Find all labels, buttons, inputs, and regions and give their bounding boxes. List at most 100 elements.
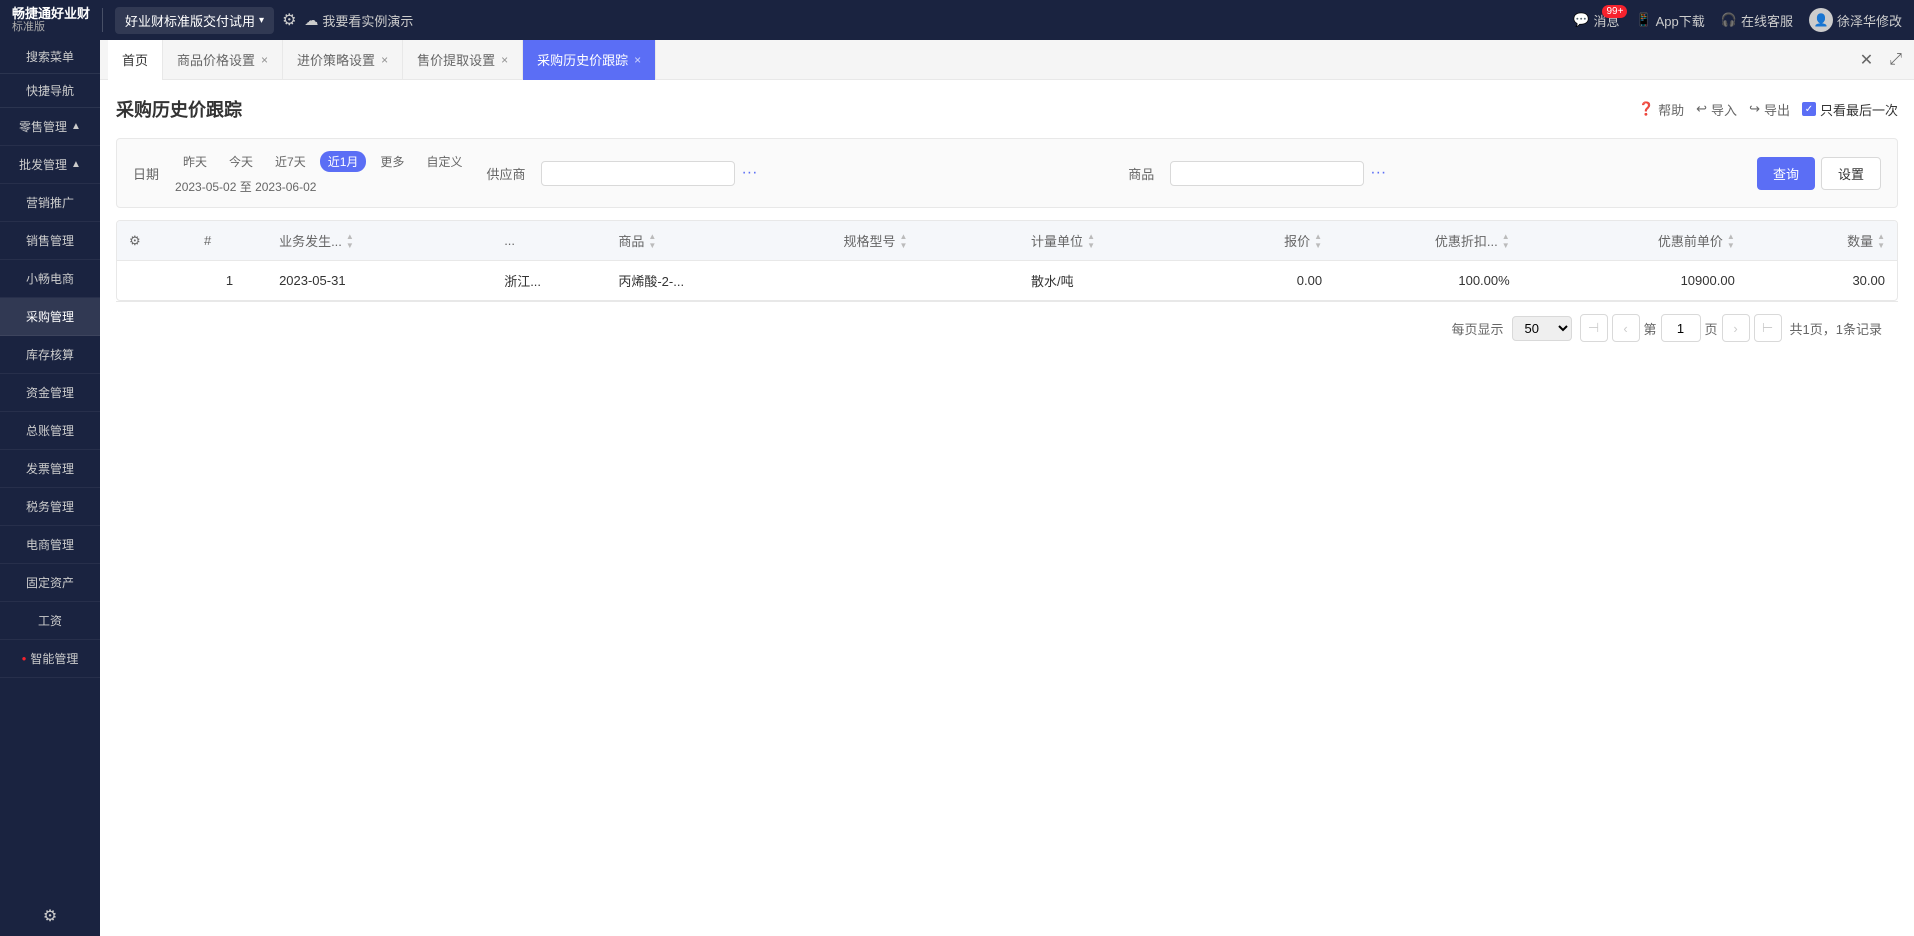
cell-supplier: 浙江...: [492, 261, 606, 301]
sidebar: 搜索菜单 快捷导航 零售管理 ▲ 批发管理 ▲ 营销推广 销售管理 小畅电商 采…: [0, 40, 100, 936]
tab-purchase-strategy[interactable]: 进价策略设置 ×: [283, 40, 403, 80]
cell-pre-price: 10900.00: [1522, 261, 1747, 301]
message-button[interactable]: 💬 消息 99+: [1573, 11, 1619, 30]
sidebar-item-label: 工资: [38, 612, 62, 629]
sidebar-item-ecommerce[interactable]: 小畅电商: [0, 260, 100, 298]
online-service-button[interactable]: 🎧 在线客服: [1721, 11, 1793, 30]
page-first-btn[interactable]: ⊣: [1580, 314, 1608, 342]
tab-price-settings[interactable]: 商品价格设置 ×: [163, 40, 283, 80]
query-button[interactable]: 查询: [1757, 157, 1815, 190]
sidebar-item-ai[interactable]: ● 智能管理: [0, 640, 100, 678]
th-date[interactable]: 业务发生... ▲▼: [267, 221, 492, 261]
demo-link[interactable]: ☁ 我要看实例演示: [304, 11, 413, 30]
date-range: 2023-05-02 至 2023-06-02: [175, 178, 470, 195]
sidebar-item-purchase[interactable]: 采购管理: [0, 298, 100, 336]
sidebar-item-finance[interactable]: 资金管理: [0, 374, 100, 412]
cell-qty: 30.00: [1747, 261, 1897, 301]
th-goods[interactable]: 商品 ▲▼: [606, 221, 831, 261]
th-settings[interactable]: ⚙: [117, 221, 192, 261]
sidebar-item-wholesale[interactable]: 批发管理 ▲: [0, 146, 100, 184]
settings-button[interactable]: 设置: [1821, 157, 1881, 190]
tab-label: 售价提取设置: [417, 50, 495, 69]
date-opt-today[interactable]: 今天: [221, 151, 261, 172]
sidebar-item-sales[interactable]: 销售管理: [0, 222, 100, 260]
close-icon[interactable]: ×: [634, 53, 641, 67]
sort-icon: ▲▼: [1727, 232, 1735, 250]
date-opt-yesterday[interactable]: 昨天: [175, 151, 215, 172]
sidebar-item-ledger[interactable]: 总账管理: [0, 412, 100, 450]
settings-icon[interactable]: ⚙: [282, 10, 296, 30]
th-spec[interactable]: 规格型号 ▲▼: [831, 221, 1019, 261]
goods-more-icon[interactable]: ···: [1370, 164, 1386, 182]
sidebar-item-inventory[interactable]: 库存核算: [0, 336, 100, 374]
close-icon[interactable]: ×: [381, 53, 388, 67]
sort-icon: ▲▼: [1087, 232, 1095, 250]
per-page-label: 每页显示: [1451, 319, 1503, 338]
sidebar-item-invoice[interactable]: 发票管理: [0, 450, 100, 488]
sidebar-item-marketing[interactable]: 营销推广: [0, 184, 100, 222]
date-opt-7days[interactable]: 近7天: [267, 151, 314, 172]
th-dots: ...: [492, 221, 606, 261]
supplier-filter-label: 供应商: [486, 164, 525, 183]
page-prev-btn[interactable]: ‹: [1612, 314, 1640, 342]
sidebar-item-assets[interactable]: 固定资产: [0, 564, 100, 602]
date-opt-custom[interactable]: 自定义: [418, 151, 470, 172]
tab-purchase-history[interactable]: 采购历史价跟踪 ×: [523, 40, 656, 80]
th-discount[interactable]: 优惠折扣... ▲▼: [1334, 221, 1522, 261]
tab-label: 进价策略设置: [297, 50, 375, 69]
tab-label: 采购历史价跟踪: [537, 50, 628, 69]
sidebar-search[interactable]: 搜索菜单: [0, 40, 100, 74]
data-table-wrapper: ⚙ # 业务发生... ▲▼ ...: [116, 220, 1898, 301]
tab-close-window[interactable]: ✕: [1856, 46, 1877, 74]
page-content: 采购历史价跟踪 ❓ 帮助 ↩ 导入 ↪ 导出 ✓: [100, 80, 1914, 936]
supplier-more-icon[interactable]: ···: [741, 164, 757, 182]
user-menu[interactable]: 👤 徐泽华修改: [1809, 8, 1902, 32]
cell-spec: [831, 261, 1019, 301]
page-label: 第: [1644, 319, 1657, 338]
sidebar-item-ecomm2[interactable]: 电商管理: [0, 526, 100, 564]
sidebar-quick-nav[interactable]: 快捷导航: [0, 74, 100, 108]
only-latest-checkbox[interactable]: ✓ 只看最后一次: [1802, 100, 1898, 119]
page-next-btn[interactable]: ›: [1722, 314, 1750, 342]
import-link[interactable]: ↩ 导入: [1696, 100, 1737, 119]
help-link[interactable]: ❓ 帮助: [1638, 100, 1684, 119]
th-unit[interactable]: 计量单位 ▲▼: [1019, 221, 1184, 261]
avatar: 👤: [1809, 8, 1833, 32]
cell-seq: 1: [192, 261, 267, 301]
page-input[interactable]: [1661, 314, 1701, 342]
tab-bar-actions: ✕ ⤢: [1856, 46, 1906, 74]
sidebar-item-label: 库存核算: [26, 346, 74, 363]
export-link[interactable]: ↪ 导出: [1749, 100, 1790, 119]
th-price[interactable]: 报价 ▲▼: [1184, 221, 1334, 261]
tab-label: 首页: [122, 50, 148, 69]
goods-filter: ···: [1170, 161, 1741, 186]
tab-expand[interactable]: ⤢: [1885, 47, 1906, 73]
sidebar-item-label: 电商管理: [26, 536, 74, 553]
th-qty[interactable]: 数量 ▲▼: [1747, 221, 1897, 261]
message-icon: 💬: [1573, 12, 1589, 28]
close-icon[interactable]: ×: [261, 53, 268, 67]
app-download-button[interactable]: 📱 App下载: [1635, 11, 1704, 30]
sidebar-settings-icon[interactable]: ⚙: [0, 896, 100, 936]
supplier-input[interactable]: [541, 161, 735, 186]
sidebar-item-retail[interactable]: 零售管理 ▲: [0, 108, 100, 146]
page-title: 采购历史价跟踪: [116, 96, 242, 122]
date-opt-1month[interactable]: 近1月: [320, 151, 367, 172]
per-page-select[interactable]: 50 100 200: [1512, 316, 1572, 341]
chevron-icon: ▲: [71, 121, 81, 132]
sidebar-item-label: 资金管理: [26, 384, 74, 401]
sort-icon: ▲▼: [648, 232, 656, 250]
sidebar-item-tax[interactable]: 税务管理: [0, 488, 100, 526]
th-pre-price[interactable]: 优惠前单价 ▲▼: [1522, 221, 1747, 261]
sidebar-item-payroll[interactable]: 工资: [0, 602, 100, 640]
tab-price-extract[interactable]: 售价提取设置 ×: [403, 40, 523, 80]
page-last-btn[interactable]: ⊢: [1754, 314, 1782, 342]
filter-row: 日期 昨天 今天 近7天 近1月 更多 自定义 2023-05-02 至 202…: [133, 151, 1881, 195]
sidebar-item-label: 营销推广: [26, 194, 74, 211]
tab-home[interactable]: 首页: [108, 40, 163, 80]
goods-input[interactable]: [1170, 161, 1364, 186]
date-opt-more[interactable]: 更多: [372, 151, 412, 172]
import-icon: ↩: [1696, 101, 1707, 117]
version-selector[interactable]: 好业财标准版交付试用 ▾: [115, 7, 274, 34]
close-icon[interactable]: ×: [501, 53, 508, 67]
